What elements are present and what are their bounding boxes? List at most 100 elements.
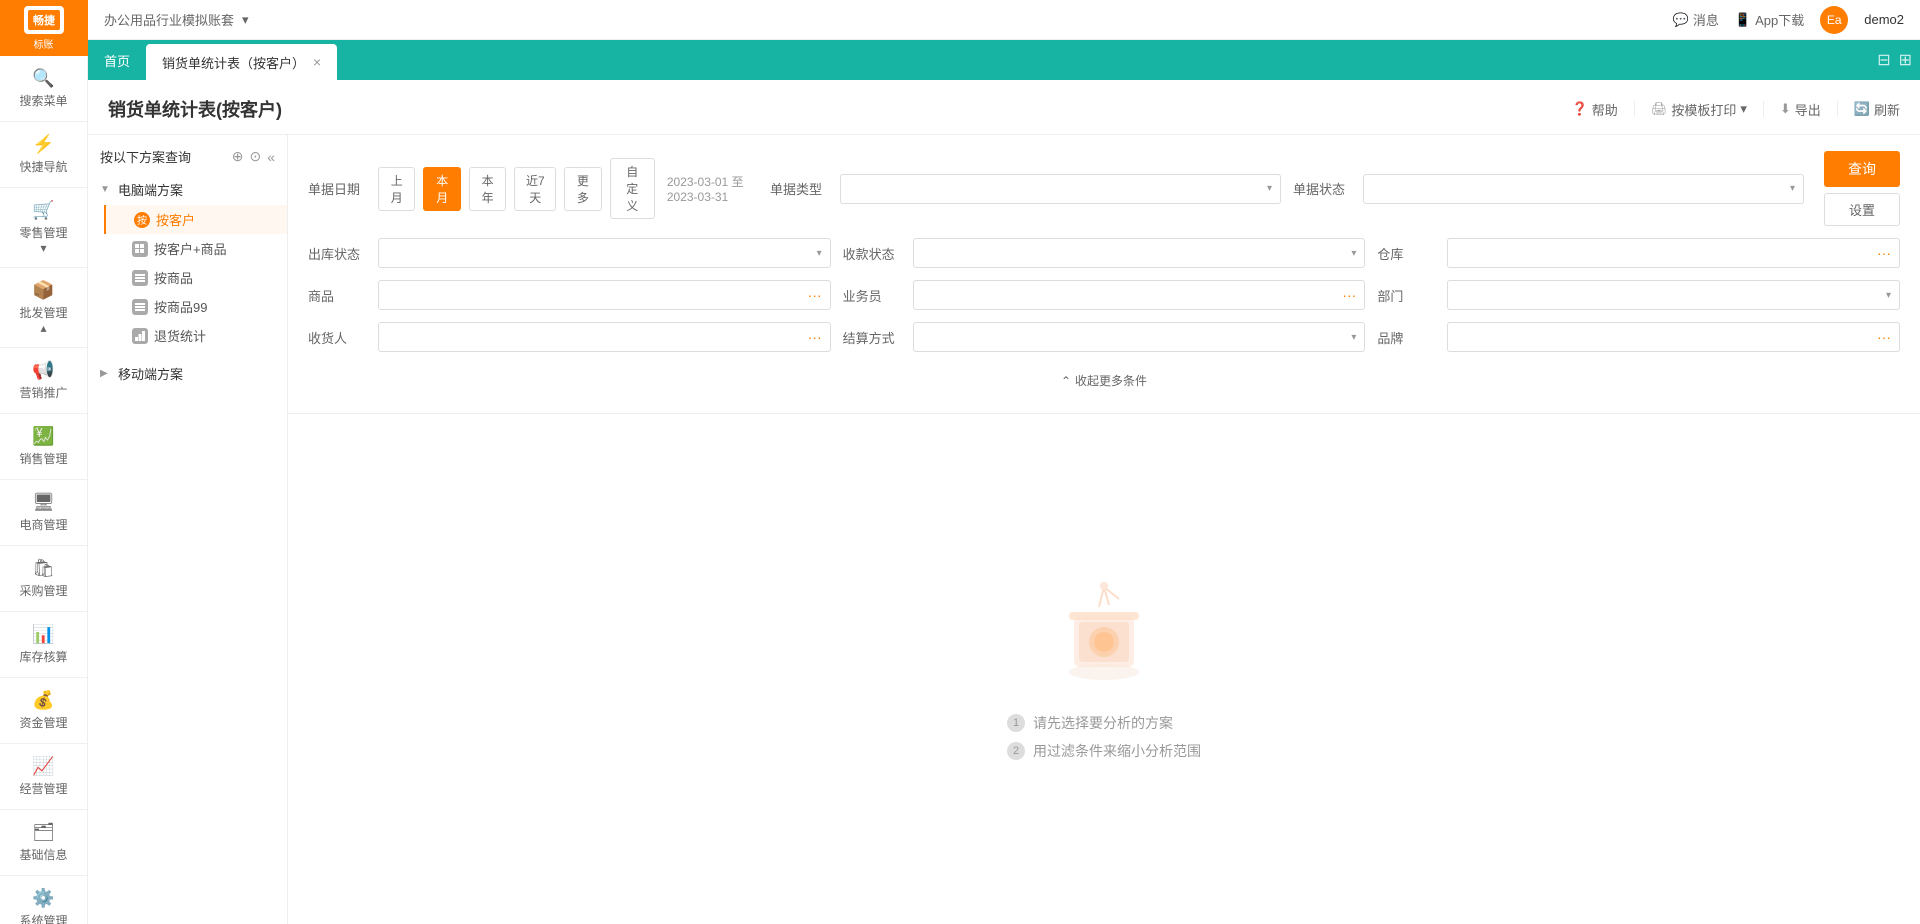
export-btn[interactable]: ⬇ 导出	[1780, 100, 1821, 119]
salesperson-label: 业务员	[843, 286, 913, 305]
customer-scheme-icon: 按	[134, 212, 150, 228]
action-divider2	[1763, 101, 1764, 117]
purchase-icon: 🛍	[32, 558, 55, 579]
department-select[interactable]: ▾	[1447, 280, 1900, 310]
warehouse-label: 仓库	[1377, 244, 1447, 263]
warehouse-select[interactable]: ···	[1447, 238, 1900, 268]
panel-header-actions: ⊕ ⊙ «	[232, 148, 275, 165]
message-btn[interactable]: 💬 消息	[1673, 10, 1719, 29]
tree-section-mobile[interactable]: ▶ 移动端方案	[88, 358, 287, 389]
tree-child-by-goods[interactable]: 按商品	[104, 263, 287, 292]
customer-goods-icon	[132, 241, 148, 257]
goods-select[interactable]: ···	[378, 280, 831, 310]
operations-icon: 📈	[32, 756, 54, 777]
setting-btn[interactable]: 设置	[1824, 193, 1900, 226]
page-title: 销货单统计表(按客户)	[108, 96, 282, 122]
goods-label: 商品	[308, 286, 378, 305]
brand-dots[interactable]: ···	[1877, 329, 1891, 345]
sidebar-item-retail[interactable]: 🛒 零售管理 ▾	[0, 188, 87, 268]
tree-children-desktop: 按 按客户 按客户+商品 按商品	[88, 205, 287, 350]
tree-child-customer-goods[interactable]: 按客户+商品	[104, 234, 287, 263]
out-status-select[interactable]: ▾	[378, 238, 831, 268]
tab-close-btn[interactable]: ×	[313, 54, 321, 70]
doc-type-label: 单据类型	[770, 179, 840, 198]
help-icon: ❓	[1572, 101, 1588, 117]
receiver-select[interactable]: ···	[378, 322, 831, 352]
tree-child-return-stat[interactable]: 退货统计	[104, 321, 287, 350]
help-btn[interactable]: ❓ 帮助	[1572, 100, 1618, 119]
system-icon: ⚙️	[32, 888, 54, 909]
document-status-select[interactable]: ▾	[1363, 174, 1804, 204]
date-btn-this-year[interactable]: 本年	[469, 167, 506, 211]
empty-tips: 1 请先选择要分析的方案 2 用过滤条件来缩小分析范围	[1007, 713, 1201, 761]
date-group: 上月 本月 本年 近7天 更多 自定义 2023-03-01 至 2023-03…	[378, 158, 758, 219]
sidebar: 畅捷 标账 🔍 搜索菜单 ⚡ 快捷导航 🛒 零售管理 ▾ 📦 批发管理 ▴ 📢 …	[0, 0, 88, 924]
date-btn-last-month[interactable]: 上月	[378, 167, 415, 211]
goods-dots[interactable]: ···	[808, 287, 822, 303]
logo-text: 标账	[34, 36, 54, 51]
sidebar-item-inventory[interactable]: 📊 库存核算	[0, 612, 87, 678]
settlement-select[interactable]: ▾	[913, 322, 1366, 352]
sales-icon: 💹	[32, 426, 54, 447]
sidebar-item-wholesale[interactable]: 📦 批发管理 ▴	[0, 268, 87, 348]
sidebar-item-ecommerce[interactable]: 🖥 电商管理	[0, 480, 87, 546]
salesperson-select[interactable]: ···	[913, 280, 1366, 310]
finance-icon: 💰	[32, 690, 54, 711]
dept-arrow: ▾	[1886, 290, 1891, 301]
tab-home[interactable]: 首页	[88, 40, 146, 80]
out-status-arrow: ▾	[817, 248, 822, 259]
tab-maximize-btn[interactable]: ⊞	[1899, 50, 1912, 70]
app-download-btn[interactable]: 📱 App下载	[1735, 10, 1804, 29]
collapse-more-btn[interactable]: ⌃ 收起更多条件	[308, 364, 1900, 397]
tree-section-mobile-label: 移动端方案	[118, 364, 183, 383]
edit-scheme-icon[interactable]: ⊙	[249, 148, 261, 165]
date-btn-more[interactable]: 更多	[564, 167, 601, 211]
add-scheme-icon[interactable]: ⊕	[232, 148, 244, 165]
tree-child-by-customer[interactable]: 按 按客户	[104, 205, 287, 234]
body: 按以下方案查询 ⊕ ⊙ « ▼ 电脑端方案 按 按客户	[88, 135, 1920, 924]
wholesale-icon: 📦	[32, 280, 54, 301]
sidebar-item-finance[interactable]: 💰 资金管理	[0, 678, 87, 744]
sidebar-item-marketing[interactable]: 📢 营销推广	[0, 348, 87, 414]
sidebar-item-basic[interactable]: 🗂 基础信息	[0, 810, 87, 876]
sidebar-item-search[interactable]: 🔍 搜索菜单	[0, 56, 87, 122]
user-avatar[interactable]: Ea	[1820, 6, 1848, 34]
receipt-status-select[interactable]: ▾	[913, 238, 1366, 268]
basic-icon: 🗂	[32, 822, 55, 843]
collapse-panel-icon[interactable]: «	[267, 149, 275, 165]
logo-icon: 畅捷	[24, 6, 64, 34]
page-actions: ❓ 帮助 🖨 按模板打印 ▾ ⬇ 导出 🔄 刷新	[1572, 100, 1900, 119]
right-panel: 单据日期 上月 本月 本年 近7天 更多 自定义 2023-03-01 至 20…	[288, 135, 1920, 924]
sidebar-item-quicknav[interactable]: ⚡ 快捷导航	[0, 122, 87, 188]
tree-toggle-desktop: ▼	[100, 184, 112, 195]
industry-dropdown[interactable]: ▾	[242, 12, 249, 28]
salesperson-dots[interactable]: ···	[1342, 287, 1356, 303]
goods-icon	[132, 270, 148, 286]
tree-section-desktop[interactable]: ▼ 电脑端方案	[88, 174, 287, 205]
date-btn-7days[interactable]: 近7天	[514, 167, 556, 211]
template-print-btn[interactable]: 🖨 按模板打印 ▾	[1651, 100, 1747, 119]
logo[interactable]: 畅捷 标账	[0, 0, 88, 56]
print-dropdown-icon: ▾	[1740, 101, 1747, 117]
query-btn[interactable]: 查询	[1824, 151, 1900, 187]
brand-select[interactable]: ···	[1447, 322, 1900, 352]
warehouse-dots[interactable]: ···	[1877, 245, 1891, 261]
filter-row-2: 出库状态 ▾ 收款状态 ▾ 仓库 ···	[308, 238, 1900, 268]
settlement-label: 结算方式	[843, 328, 913, 347]
document-type-select[interactable]: ▾	[840, 174, 1281, 204]
sidebar-item-operations[interactable]: 📈 经营管理	[0, 744, 87, 810]
empty-tip-1: 1 请先选择要分析的方案	[1007, 713, 1201, 733]
refresh-btn[interactable]: 🔄 刷新	[1854, 100, 1900, 119]
tab-sales-stat[interactable]: 销货单统计表（按客户） ×	[146, 44, 337, 80]
sidebar-item-sales[interactable]: 💹 销售管理	[0, 414, 87, 480]
date-btn-custom[interactable]: 自定义	[610, 158, 655, 219]
sidebar-item-system[interactable]: ⚙️ 系统管理	[0, 876, 87, 924]
sidebar-item-purchase[interactable]: 🛍 采购管理	[0, 546, 87, 612]
receiver-label: 收货人	[308, 328, 378, 347]
receiver-dots[interactable]: ···	[808, 329, 822, 345]
doc-status-label: 单据状态	[1293, 179, 1363, 198]
date-btn-this-month[interactable]: 本月	[423, 167, 460, 211]
quicknav-icon: ⚡	[32, 134, 54, 155]
tree-child-by-goods-99[interactable]: 按商品99	[104, 292, 287, 321]
tab-minimize-btn[interactable]: ⊟	[1877, 50, 1890, 70]
